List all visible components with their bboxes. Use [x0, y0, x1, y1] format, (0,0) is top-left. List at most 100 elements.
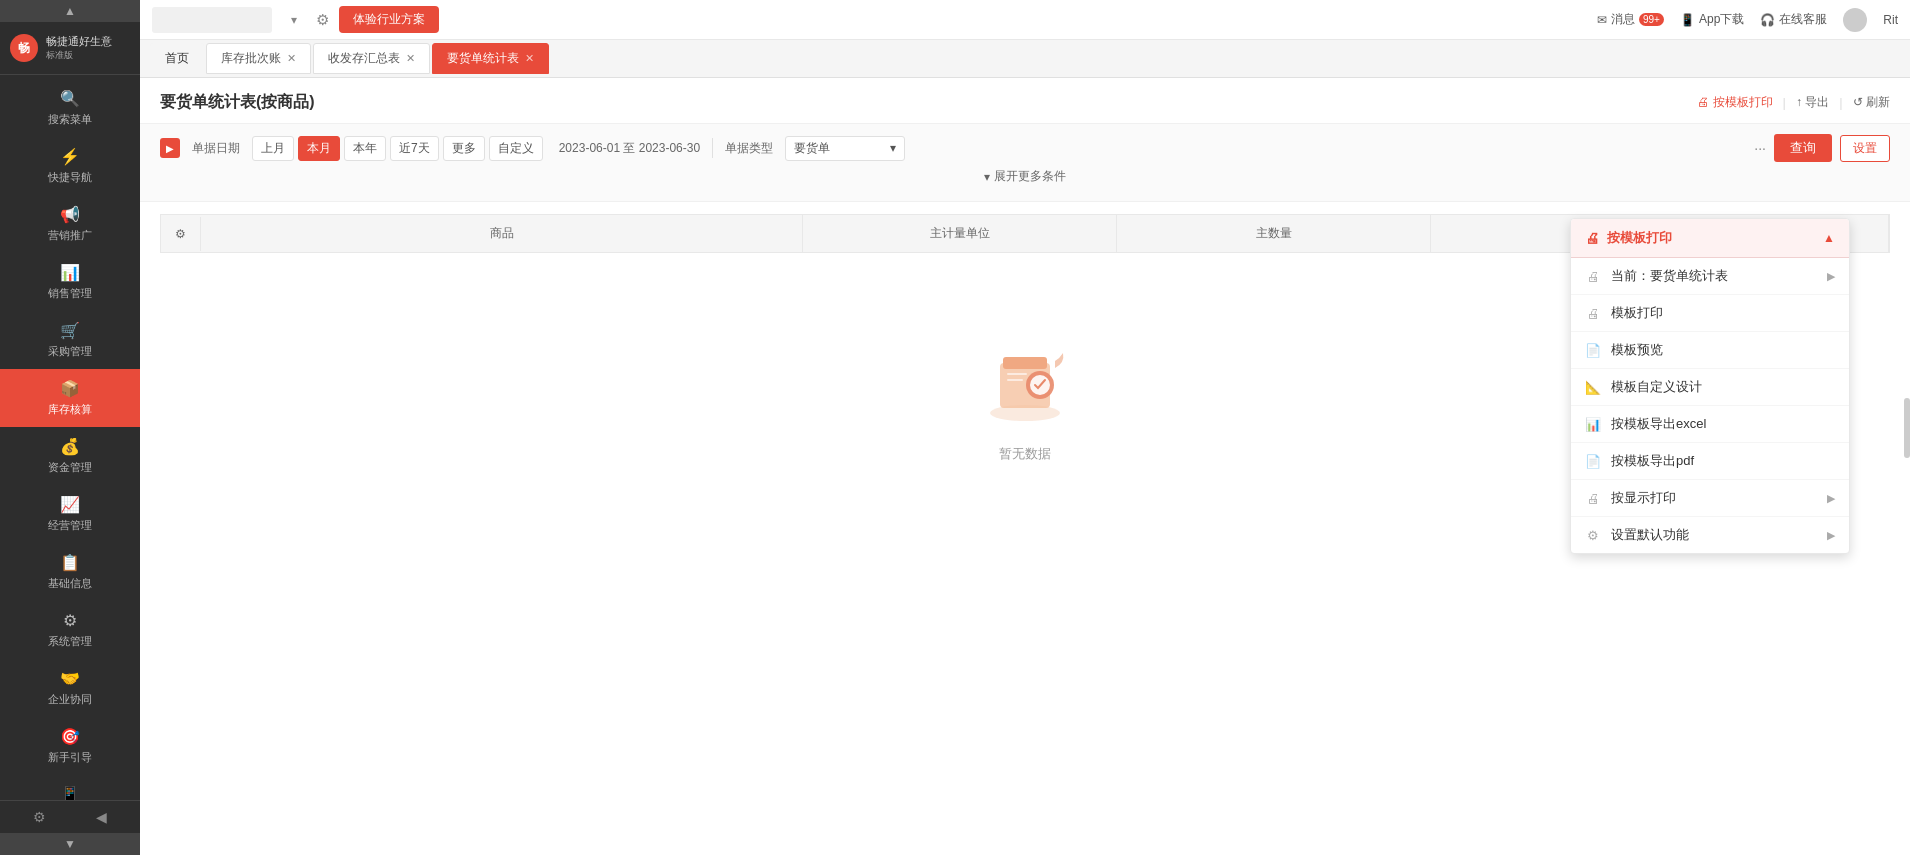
messages-btn[interactable]: ✉ 消息 99+ — [1597, 11, 1664, 28]
sidebar-icon-operations: 📈 — [60, 495, 80, 514]
date-btn-current-year[interactable]: 本年 — [344, 136, 386, 161]
tab-receipt-summary[interactable]: 收发存汇总表 ✕ — [313, 43, 430, 74]
footer-sound-icon[interactable]: ◀ — [96, 809, 107, 825]
current-template-chevron: ▶ — [1827, 270, 1835, 283]
online-support-btn[interactable]: 🎧 在线客服 — [1760, 11, 1827, 28]
sidebar-icon-collab: 🤝 — [60, 669, 80, 688]
current-template-icon: 🖨 — [1585, 269, 1601, 284]
tabs-bar: 首页库存批次账✕收发存汇总表✕要货单统计表✕ — [140, 40, 1910, 78]
tab-label-receipt-summary: 收发存汇总表 — [328, 50, 400, 67]
topbar-gear-icon[interactable]: ⚙ — [316, 11, 329, 29]
search-dropdown-btn[interactable]: ▾ — [282, 8, 306, 32]
print-dropdown-menu: 🖨 按模板打印 ▲ 🖨 当前：要货单统计表 ▶ 🖨 模板打印 📄 模板预览 — [1570, 218, 1850, 554]
sidebar-icon-basic: 📋 — [60, 553, 80, 572]
resize-handle[interactable] — [1904, 398, 1910, 458]
dropdown-item-template-print[interactable]: 🖨 模板打印 — [1571, 295, 1849, 332]
sidebar-item-marketing[interactable]: 📢营销推广 — [0, 195, 140, 253]
sidebar-item-search[interactable]: 🔍搜索菜单 — [0, 79, 140, 137]
dropdown-item-set-default[interactable]: ⚙ 设置默认功能 ▶ — [1571, 517, 1849, 553]
dropdown-item-export-excel[interactable]: 📊 按模板导出excel — [1571, 406, 1849, 443]
tab-close-order-stats[interactable]: ✕ — [525, 52, 534, 65]
tab-home[interactable]: 首页 — [150, 43, 204, 74]
online-support-label: 在线客服 — [1779, 11, 1827, 28]
th-unit: 主计量单位 — [803, 215, 1117, 252]
set-default-icon: ⚙ — [1585, 528, 1601, 543]
sidebar-icon-app-center: 📱 — [60, 785, 80, 800]
dropdown-title: 🖨 按模板打印 — [1585, 229, 1672, 247]
sidebar-item-guide[interactable]: 🎯新手引导 — [0, 717, 140, 775]
sidebar-scroll-down[interactable]: ▼ — [0, 833, 140, 855]
date-btn-last-7[interactable]: 近7天 — [390, 136, 439, 161]
tab-label-batch-accounts: 库存批次账 — [221, 50, 281, 67]
sidebar-icon-finance: 💰 — [60, 437, 80, 456]
filter-expand-icon[interactable]: ▶ — [160, 138, 180, 158]
th-settings[interactable]: ⚙ — [161, 217, 201, 251]
svg-rect-6 — [1007, 379, 1023, 381]
tab-label-home: 首页 — [165, 50, 189, 67]
app-download-btn[interactable]: 📱 App下载 — [1680, 11, 1744, 28]
sidebar-item-basic[interactable]: 📋基础信息 — [0, 543, 140, 601]
dropdown-item-export-pdf[interactable]: 📄 按模板导出pdf — [1571, 443, 1849, 480]
date-btn-more[interactable]: 更多 — [443, 136, 485, 161]
svg-rect-2 — [1003, 357, 1047, 369]
dropdown-close-chevron[interactable]: ▲ — [1823, 231, 1835, 245]
sidebar-label-marketing: 营销推广 — [48, 228, 92, 243]
date-btn-custom[interactable]: 自定义 — [489, 136, 543, 161]
messages-badge: 99+ — [1639, 13, 1664, 26]
tab-order-stats[interactable]: 要货单统计表✕ — [432, 43, 549, 74]
type-filter-label: 单据类型 — [725, 140, 773, 157]
tab-close-receipt-summary[interactable]: ✕ — [406, 52, 415, 65]
template-print-btn[interactable]: 🖨 按模板打印 — [1697, 94, 1772, 111]
empty-text: 暂无数据 — [999, 445, 1051, 463]
sidebar-item-finance[interactable]: 💰 资金管理 — [0, 427, 140, 485]
set-default-label: 设置默认功能 — [1611, 526, 1689, 544]
refresh-btn[interactable]: ↺ 刷新 — [1853, 94, 1890, 111]
main-area: ▾ ⚙ 体验行业方案 ✉ 消息 99+ 📱 App下载 🎧 在线客服 Rit 首… — [140, 0, 1910, 855]
settings-btn[interactable]: 设置 — [1840, 135, 1890, 162]
type-filter-value: 要货单 — [794, 140, 830, 157]
sidebar-item-operations[interactable]: 📈经营管理 — [0, 485, 140, 543]
export-excel-icon: 📊 — [1585, 417, 1601, 432]
tab-close-batch-accounts[interactable]: ✕ — [287, 52, 296, 65]
date-filter-label: 单据日期 — [192, 140, 240, 157]
tab-batch-accounts[interactable]: 库存批次账 ✕ — [206, 43, 311, 74]
sidebar-item-inventory[interactable]: 📦库存核算 — [0, 369, 140, 427]
sidebar-scroll-up[interactable]: ▲ — [0, 0, 140, 22]
expand-more-btn[interactable]: ▾ 展开更多条件 — [984, 168, 1066, 185]
type-filter-select[interactable]: 要货单 ▾ — [785, 136, 905, 161]
search-input[interactable] — [152, 7, 272, 33]
sidebar-item-app-center[interactable]: 📱应用中心 — [0, 775, 140, 800]
username[interactable]: Rit — [1883, 13, 1898, 27]
user-avatar[interactable] — [1843, 8, 1867, 32]
date-btn-prev-month[interactable]: 上月 — [252, 136, 294, 161]
display-print-icon: 🖨 — [1585, 491, 1601, 506]
sidebar-item-collab[interactable]: 🤝企业协同 — [0, 659, 140, 717]
export-btn[interactable]: ↑ 导出 — [1796, 94, 1829, 111]
sidebar-label-sales: 销售管理 — [48, 286, 92, 301]
sidebar-label-quick-nav: 快捷导航 — [48, 170, 92, 185]
sidebar-label-inventory: 库存核算 — [48, 402, 92, 417]
th-quantity: 主数量 — [1117, 215, 1431, 252]
footer-settings-icon[interactable]: ⚙ — [33, 809, 46, 825]
sidebar-label-purchase: 采购管理 — [48, 344, 92, 359]
dropdown-item-current-template[interactable]: 🖨 当前：要货单统计表 ▶ — [1571, 258, 1849, 295]
sidebar-item-sales[interactable]: 📊销售管理 — [0, 253, 140, 311]
sidebar-item-purchase[interactable]: 🛒 采购管理 — [0, 311, 140, 369]
sidebar-label-finance: 资金管理 — [48, 460, 92, 475]
app-name: 畅捷通好生意 — [46, 34, 112, 49]
industry-btn[interactable]: 体验行业方案 — [339, 6, 439, 33]
dropdown-item-display-print[interactable]: 🖨 按显示打印 ▶ — [1571, 480, 1849, 517]
filter-more-row: ▾ 展开更多条件 — [160, 162, 1890, 191]
sidebar-footer: ⚙ ◀ — [0, 800, 140, 833]
sidebar-icon-purchase: 🛒 — [60, 321, 80, 340]
dropdown-item-template-preview[interactable]: 📄 模板预览 — [1571, 332, 1849, 369]
sidebar-item-quick-nav[interactable]: ⚡快捷导航 — [0, 137, 140, 195]
sidebar-item-system[interactable]: ⚙系统管理 — [0, 601, 140, 659]
date-range-display: 2023-06-01 至 2023-06-30 — [559, 140, 700, 157]
dropdown-item-template-custom[interactable]: 📐 模板自定义设计 — [1571, 369, 1849, 406]
display-print-label: 按显示打印 — [1611, 489, 1676, 507]
page-title: 要货单统计表(按商品) — [160, 92, 315, 113]
more-options-btn[interactable]: ··· — [1754, 140, 1766, 156]
query-btn[interactable]: 查询 — [1774, 134, 1832, 162]
date-btn-current-month[interactable]: 本月 — [298, 136, 340, 161]
